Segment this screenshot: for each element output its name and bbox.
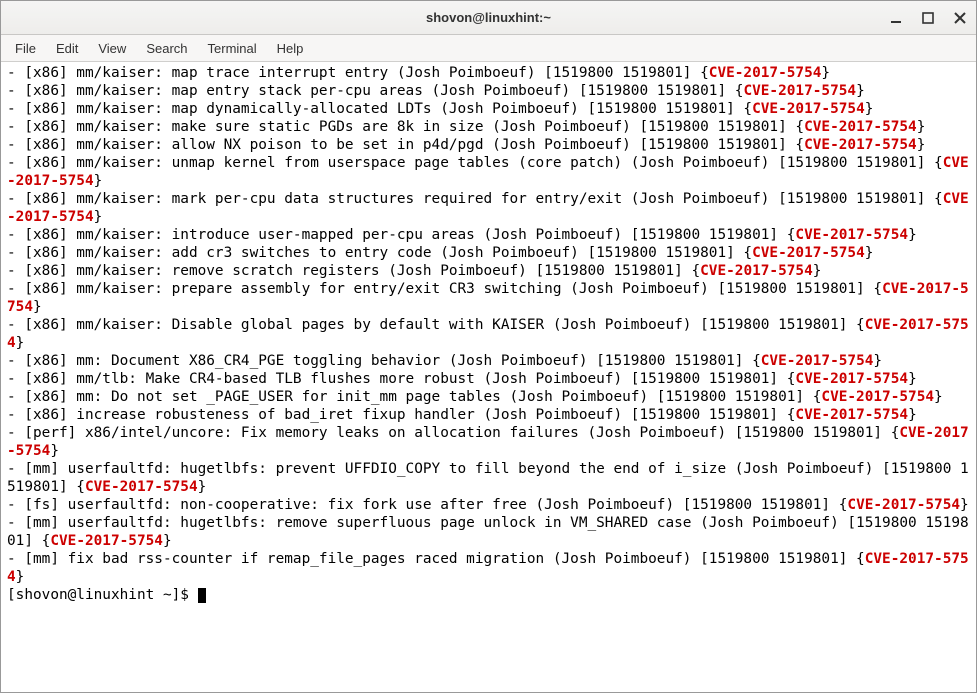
menu-search[interactable]: Search — [138, 38, 195, 59]
window-controls — [886, 1, 970, 34]
cve-id: CVE-2017-5754 — [7, 191, 969, 225]
log-line: - [x86] mm/kaiser: mark per-cpu data str… — [7, 191, 969, 225]
cve-id: CVE-2017-5754 — [847, 497, 960, 513]
window-titlebar: shovon@linuxhint:~ — [1, 1, 976, 35]
log-line: - [x86] mm/kaiser: allow NX poison to be… — [7, 137, 925, 153]
log-line: - [x86] mm/kaiser: map trace interrupt e… — [7, 65, 830, 81]
cve-id: CVE-2017-5754 — [761, 353, 874, 369]
cve-id: CVE-2017-5754 — [7, 551, 969, 585]
log-line: - [x86] mm/tlb: Make CR4-based TLB flush… — [7, 371, 917, 387]
shell-prompt: [shovon@linuxhint ~]$ — [7, 587, 198, 603]
cve-id: CVE-2017-5754 — [795, 371, 908, 387]
cve-id: CVE-2017-5754 — [804, 137, 917, 153]
log-line: - [x86] mm: Do not set _PAGE_USER for in… — [7, 389, 943, 405]
cve-id: CVE-2017-5754 — [709, 65, 822, 81]
log-line: - [x86] mm: Document X86_CR4_PGE togglin… — [7, 353, 882, 369]
log-line: - [x86] mm/kaiser: prepare assembly for … — [7, 281, 969, 315]
maximize-icon — [921, 11, 935, 25]
cve-id: CVE-2017-5754 — [50, 533, 163, 549]
terminal-output[interactable]: - [x86] mm/kaiser: map trace interrupt e… — [1, 62, 976, 692]
log-line: - [perf] x86/intel/uncore: Fix memory le… — [7, 425, 969, 459]
cve-id: CVE-2017-5754 — [752, 245, 865, 261]
log-line: - [x86] mm/kaiser: unmap kernel from use… — [7, 155, 969, 189]
log-line: - [x86] increase robusteness of bad_iret… — [7, 407, 917, 423]
cve-id: CVE-2017-5754 — [804, 119, 917, 135]
log-line: - [x86] mm/kaiser: remove scratch regist… — [7, 263, 821, 279]
log-line: - [x86] mm/kaiser: add cr3 switches to e… — [7, 245, 873, 261]
log-line: - [fs] userfaultfd: non-cooperative: fix… — [7, 497, 969, 513]
menubar: File Edit View Search Terminal Help — [1, 35, 976, 62]
cve-id: CVE-2017-5754 — [700, 263, 813, 279]
log-line: - [x86] mm/kaiser: map dynamically-alloc… — [7, 101, 873, 117]
minimize-button[interactable] — [886, 8, 906, 28]
minimize-icon — [889, 11, 903, 25]
cve-id: CVE-2017-5754 — [795, 227, 908, 243]
cve-id: CVE-2017-5754 — [821, 389, 934, 405]
menu-edit[interactable]: Edit — [48, 38, 86, 59]
menu-view[interactable]: View — [90, 38, 134, 59]
log-line: - [mm] userfaultfd: hugetlbfs: remove su… — [7, 515, 969, 549]
log-line: - [x86] mm/kaiser: Disable global pages … — [7, 317, 969, 351]
close-button[interactable] — [950, 8, 970, 28]
menu-file[interactable]: File — [7, 38, 44, 59]
log-line: - [x86] mm/kaiser: introduce user-mapped… — [7, 227, 917, 243]
log-line: - [x86] mm/kaiser: map entry stack per-c… — [7, 83, 865, 99]
log-line: - [x86] mm/kaiser: make sure static PGDs… — [7, 119, 925, 135]
cursor — [198, 588, 206, 603]
close-icon — [953, 11, 967, 25]
menu-help[interactable]: Help — [269, 38, 312, 59]
cve-id: CVE-2017-5754 — [743, 83, 856, 99]
log-line: - [mm] fix bad rss-counter if remap_file… — [7, 551, 969, 585]
cve-id: CVE-2017-5754 — [7, 281, 969, 315]
cve-id: CVE-2017-5754 — [85, 479, 198, 495]
cve-id: CVE-2017-5754 — [752, 101, 865, 117]
maximize-button[interactable] — [918, 8, 938, 28]
menu-terminal[interactable]: Terminal — [200, 38, 265, 59]
cve-id: CVE-2017-5754 — [795, 407, 908, 423]
cve-id: CVE-2017-5754 — [7, 317, 969, 351]
log-line: - [mm] userfaultfd: hugetlbfs: prevent U… — [7, 461, 969, 495]
cve-id: CVE-2017-5754 — [7, 425, 969, 459]
window-title: shovon@linuxhint:~ — [426, 10, 551, 25]
cve-id: CVE-2017-5754 — [7, 155, 969, 189]
